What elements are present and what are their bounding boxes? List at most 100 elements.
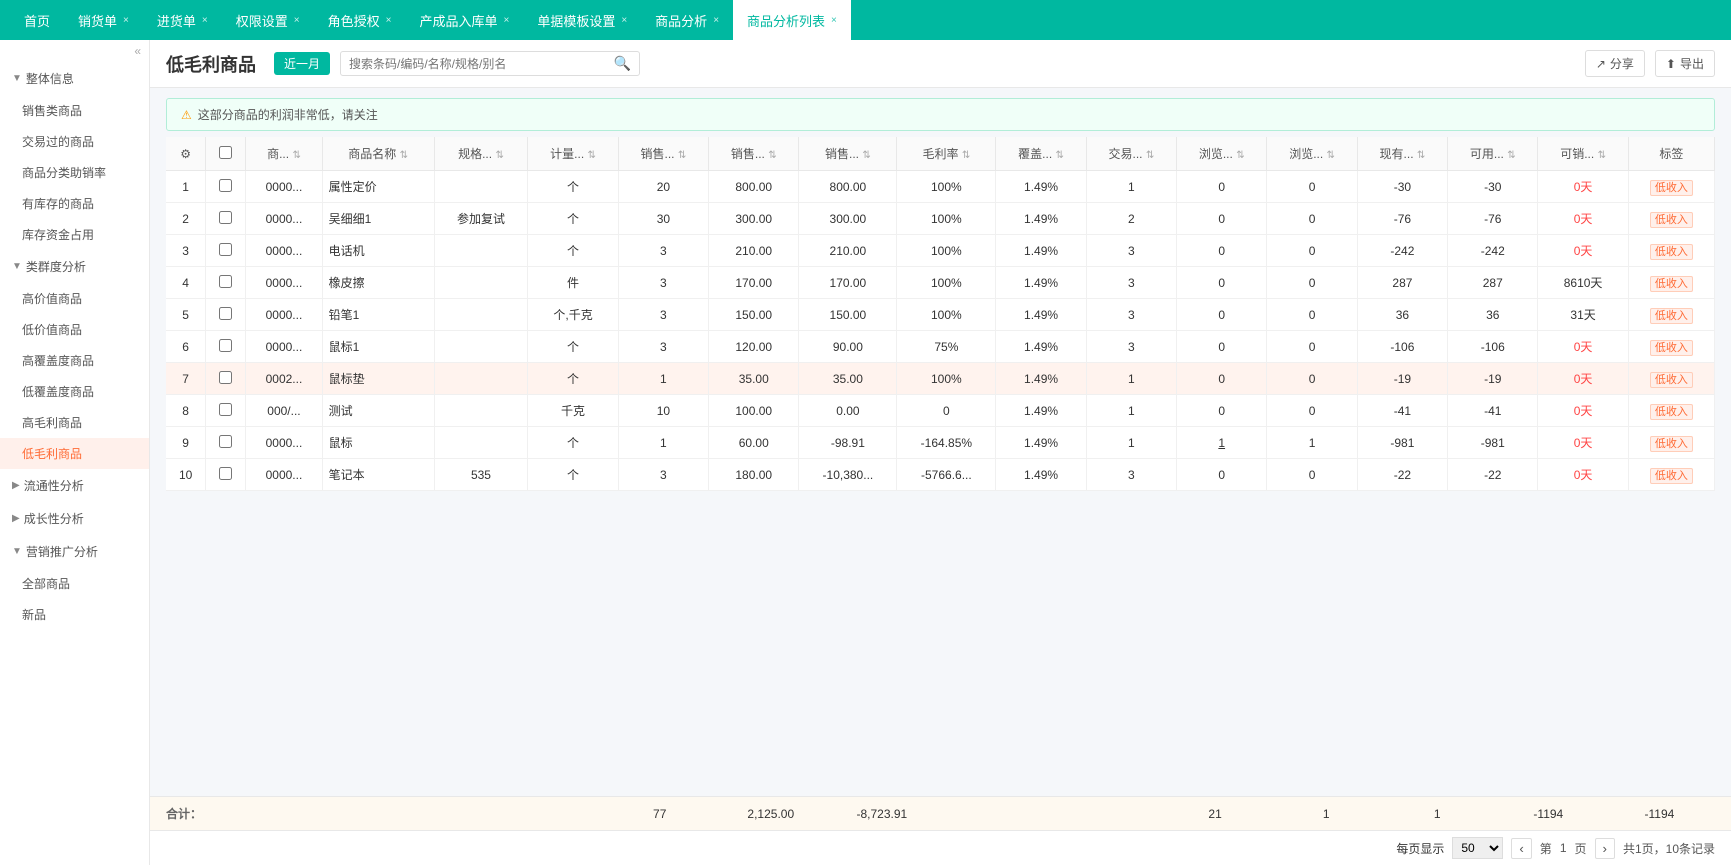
sidebar-group-cluster[interactable]: ▼ 类群度分析: [0, 250, 149, 283]
row-checkbox[interactable]: [206, 299, 246, 331]
col-trade-count[interactable]: 交易... ⇅: [1086, 137, 1176, 171]
row-no: 1: [166, 171, 206, 203]
col-current-stock[interactable]: 现有... ⇅: [1357, 137, 1447, 171]
row-select-checkbox[interactable]: [219, 243, 232, 256]
nav-product-analysis-list[interactable]: 商品分析列表 ×: [733, 0, 851, 40]
row-checkbox[interactable]: [206, 459, 246, 491]
next-page-button[interactable]: ›: [1595, 838, 1615, 859]
row-name: 鼠标1: [322, 331, 434, 363]
close-icon[interactable]: ×: [202, 15, 208, 26]
sidebar-item-inventory-capital[interactable]: 库存资金占用: [0, 219, 149, 250]
col-name[interactable]: 商品名称 ⇅: [322, 137, 434, 171]
sidebar-group-liquidity[interactable]: ▶ 流通性分析: [0, 469, 149, 502]
chevron-down-icon: ▼: [12, 261, 22, 272]
sidebar-group-overall[interactable]: ▼ 整体信息: [0, 62, 149, 95]
nav-product-entry[interactable]: 产成品入库单 ×: [405, 0, 523, 40]
row-view1[interactable]: 1: [1177, 427, 1267, 459]
row-coverage: 1.49%: [996, 267, 1086, 299]
col-sales-amt[interactable]: 销售... ⇅: [709, 137, 799, 171]
nav-role-auth[interactable]: 角色授权 ×: [314, 0, 406, 40]
col-spec[interactable]: 规格... ⇅: [434, 137, 528, 171]
sidebar-item-sales-products[interactable]: 销售类商品: [0, 95, 149, 126]
select-all-checkbox[interactable]: [219, 146, 232, 159]
search-input[interactable]: [349, 57, 614, 71]
row-checkbox[interactable]: [206, 203, 246, 235]
row-select-checkbox[interactable]: [219, 211, 232, 224]
row-select-checkbox[interactable]: [219, 467, 232, 480]
row-select-checkbox[interactable]: [219, 371, 232, 384]
col-settings[interactable]: ⚙: [166, 137, 206, 171]
per-page-select[interactable]: 50 100 200: [1452, 837, 1503, 859]
col-saleable-stock[interactable]: 可销... ⇅: [1538, 137, 1628, 171]
row-code: 0000...: [246, 299, 322, 331]
nav-purchase-order[interactable]: 进货单 ×: [143, 0, 222, 40]
row-select-checkbox[interactable]: [219, 339, 232, 352]
search-icon[interactable]: 🔍: [614, 55, 631, 72]
share-button[interactable]: ↗ 分享: [1585, 50, 1645, 77]
row-checkbox[interactable]: [206, 363, 246, 395]
col-unit[interactable]: 计量... ⇅: [528, 137, 618, 171]
sort-icon: ⇅: [862, 150, 870, 161]
close-icon[interactable]: ×: [503, 15, 509, 26]
sidebar-item-low-value[interactable]: 低价值商品: [0, 314, 149, 345]
col-gross-margin[interactable]: 毛利率 ⇅: [897, 137, 996, 171]
sidebar-item-all-products[interactable]: 全部商品: [0, 568, 149, 599]
row-checkbox[interactable]: [206, 395, 246, 427]
row-name: 电话机: [322, 235, 434, 267]
col-coverage[interactable]: 覆盖... ⇅: [996, 137, 1086, 171]
close-icon[interactable]: ×: [294, 15, 300, 26]
row-checkbox[interactable]: [206, 235, 246, 267]
col-sales-qty[interactable]: 销售... ⇅: [618, 137, 708, 171]
col-sales-profit[interactable]: 销售... ⇅: [799, 137, 897, 171]
footer-available-stock: -1194: [1604, 807, 1715, 821]
nav-template-settings[interactable]: 单据模板设置 ×: [523, 0, 641, 40]
export-button[interactable]: ⬆ 导出: [1655, 50, 1715, 77]
row-select-checkbox[interactable]: [219, 435, 232, 448]
sidebar-item-traded-products[interactable]: 交易过的商品: [0, 126, 149, 157]
col-view2[interactable]: 浏览... ⇅: [1267, 137, 1357, 171]
row-checkbox[interactable]: [206, 427, 246, 459]
nav-home[interactable]: 首页: [10, 0, 64, 40]
row-trade-count: 1: [1086, 171, 1176, 203]
close-icon[interactable]: ×: [621, 15, 627, 26]
nav-product-analysis[interactable]: 商品分析 ×: [641, 0, 733, 40]
nav-permission[interactable]: 权限设置 ×: [222, 0, 314, 40]
sidebar-item-low-coverage[interactable]: 低覆盖度商品: [0, 376, 149, 407]
sidebar-item-low-margin[interactable]: 低毛利商品: [0, 438, 149, 469]
col-code[interactable]: 商... ⇅: [246, 137, 322, 171]
row-select-checkbox[interactable]: [219, 403, 232, 416]
sidebar-group-marketing[interactable]: ▼ 营销推广分析: [0, 535, 149, 568]
sidebar-item-stocked-products[interactable]: 有库存的商品: [0, 188, 149, 219]
close-icon[interactable]: ×: [831, 15, 837, 26]
close-icon[interactable]: ×: [713, 15, 719, 26]
row-select-checkbox[interactable]: [219, 275, 232, 288]
row-view1: 0: [1177, 363, 1267, 395]
row-select-checkbox[interactable]: [219, 179, 232, 192]
row-select-checkbox[interactable]: [219, 307, 232, 320]
row-trade-count: 3: [1086, 299, 1176, 331]
row-sales-profit: 90.00: [799, 331, 897, 363]
prev-page-button[interactable]: ‹: [1511, 838, 1531, 859]
footer-sales-qty: 77: [604, 807, 715, 821]
row-checkbox[interactable]: [206, 331, 246, 363]
close-icon[interactable]: ×: [123, 15, 129, 26]
sidebar-collapse-button[interactable]: «: [0, 40, 149, 62]
nav-sales-order[interactable]: 销货单 ×: [64, 0, 143, 40]
time-filter-button[interactable]: 近一月: [274, 52, 330, 75]
sidebar-item-high-coverage[interactable]: 高覆盖度商品: [0, 345, 149, 376]
sort-icon: ⇅: [1146, 150, 1154, 161]
row-no: 6: [166, 331, 206, 363]
sidebar-item-high-value[interactable]: 高价值商品: [0, 283, 149, 314]
sidebar-item-high-margin[interactable]: 高毛利商品: [0, 407, 149, 438]
col-checkbox[interactable]: [206, 137, 246, 171]
sidebar-item-category-rate[interactable]: 商品分类助销率: [0, 157, 149, 188]
row-checkbox[interactable]: [206, 267, 246, 299]
sidebar-group-growth[interactable]: ▶ 成长性分析: [0, 502, 149, 535]
sidebar-item-new-products[interactable]: 新品: [0, 599, 149, 630]
row-checkbox[interactable]: [206, 171, 246, 203]
col-view1[interactable]: 浏览... ⇅: [1177, 137, 1267, 171]
view1-link[interactable]: 1: [1218, 436, 1225, 450]
col-available-stock[interactable]: 可用... ⇅: [1448, 137, 1538, 171]
col-tag[interactable]: 标签: [1628, 137, 1714, 171]
close-icon[interactable]: ×: [386, 15, 392, 26]
